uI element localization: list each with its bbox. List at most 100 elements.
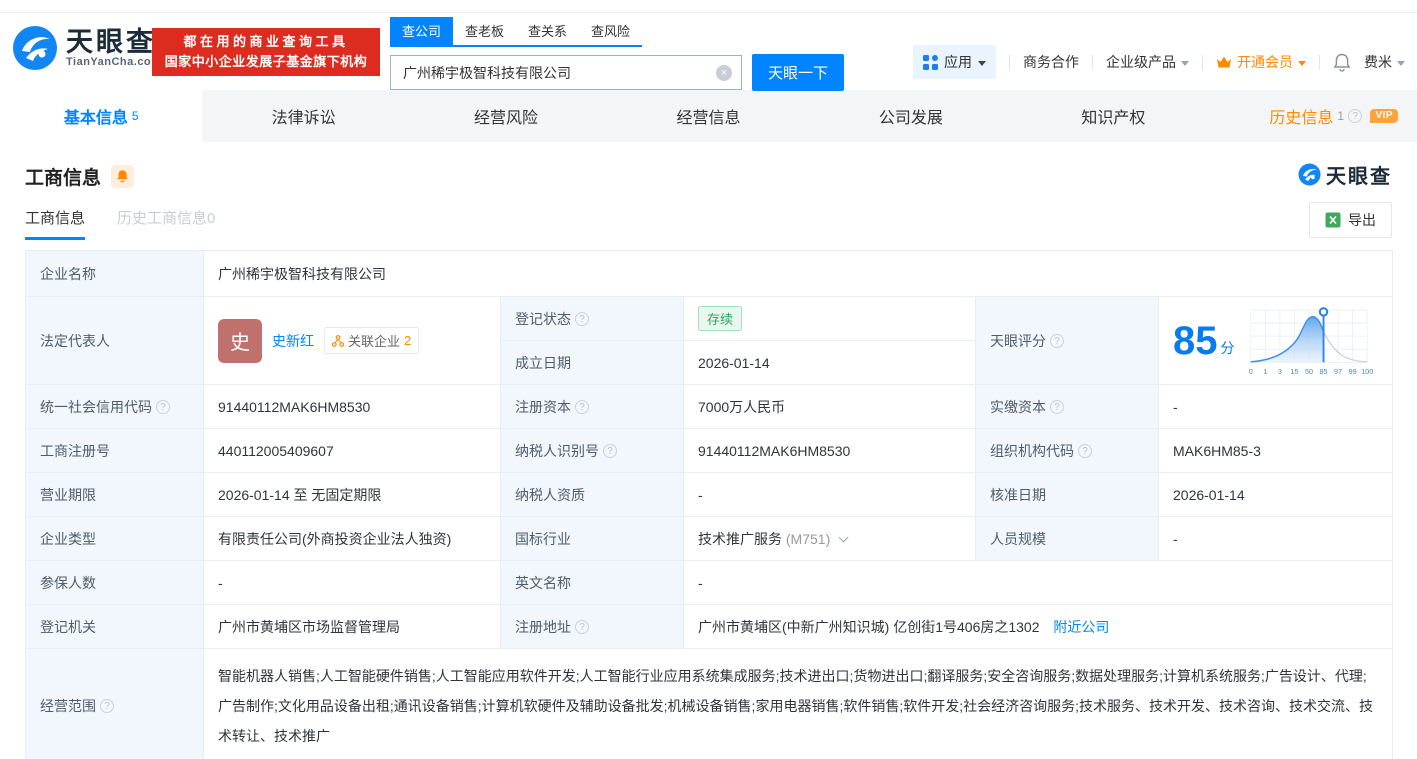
search-area: 查公司 查老板 查关系 查风险 天眼一下 — [390, 17, 844, 91]
divider — [1009, 55, 1010, 70]
table-row: 企业类型 有限责任公司(外商投资企业法人独资) 国标行业 技术推广服务 (M75… — [26, 517, 1393, 561]
tab-basic-info[interactable]: 基本信息 5 — [0, 90, 202, 142]
business-term-label: 营业期限 — [26, 473, 204, 517]
score-label: 天眼评分 — [976, 297, 1159, 385]
legal-rep-name-link[interactable]: 史新红 — [272, 331, 314, 351]
table-row: 法定代表人 史 史新红 关联企业 2 — [26, 297, 1393, 341]
export-button[interactable]: 导出 — [1309, 202, 1392, 238]
slogan-line1: 都在用的商业查询工具 — [152, 32, 380, 52]
legal-rep-label: 法定代表人 — [26, 297, 204, 385]
reg-number-label: 工商注册号 — [26, 429, 204, 473]
chevron-down-icon — [1181, 61, 1189, 66]
svg-text:97: 97 — [1334, 366, 1342, 375]
notification-bell-icon[interactable] — [1333, 53, 1351, 72]
legal-rep-avatar[interactable]: 史 — [218, 319, 262, 363]
search-tab-relation[interactable]: 查关系 — [516, 17, 579, 45]
help-icon[interactable] — [603, 444, 617, 458]
credit-code-label: 统一社会信用代码 — [26, 385, 204, 429]
svg-text:50: 50 — [1304, 366, 1312, 375]
score-cell: 85 分 — [1159, 297, 1393, 385]
industry-value[interactable]: 技术推广服务 (M751) — [684, 517, 976, 561]
help-icon[interactable] — [1050, 400, 1064, 414]
search-tab-company[interactable]: 查公司 — [390, 17, 453, 45]
clear-search-icon[interactable] — [716, 65, 732, 81]
help-icon[interactable] — [1050, 334, 1064, 348]
related-companies-badge[interactable]: 关联企业 2 — [324, 327, 419, 354]
company-name-value: 广州稀宇极智科技有限公司 — [204, 251, 1393, 297]
subtab-business-info[interactable]: 工商信息 — [25, 207, 85, 240]
nearby-companies-link[interactable]: 附近公司 — [1053, 619, 1109, 635]
reg-number-value: 440112005409607 — [204, 429, 501, 473]
staff-size-label: 人员规模 — [976, 517, 1159, 561]
table-row: 营业期限 2026-01-14 至 无固定期限 纳税人资质 - 核准日期 202… — [26, 473, 1393, 517]
tab-operating-risk[interactable]: 经营风险 — [405, 90, 607, 142]
crown-icon — [1216, 55, 1232, 69]
table-row: 经营范围 智能机器人销售;人工智能硬件销售;人工智能应用软件开发;人工智能行业应… — [26, 649, 1393, 759]
search-button[interactable]: 天眼一下 — [752, 54, 844, 91]
taxpayer-quality-label: 纳税人资质 — [501, 473, 684, 517]
approval-date-label: 核准日期 — [976, 473, 1159, 517]
user-menu[interactable]: 费米 — [1364, 52, 1405, 72]
tianyancha-logo-icon — [12, 25, 58, 71]
subscribe-bell-icon[interactable] — [111, 165, 134, 188]
address-label: 注册地址 — [501, 605, 684, 649]
tab-legal-proceedings[interactable]: 法律诉讼 — [202, 90, 404, 142]
score-value: 85 — [1173, 321, 1218, 361]
slogan-line2: 国家中小企业发展子基金旗下机构 — [152, 52, 380, 72]
score-distribution-chart: 0 1 3 15 50 85 97 99 100 — [1245, 302, 1373, 380]
help-icon[interactable] — [575, 620, 589, 634]
apps-label: 应用 — [944, 52, 972, 72]
tab-intellectual-property[interactable]: 知识产权 — [1012, 90, 1214, 142]
svg-text:3: 3 — [1277, 366, 1281, 375]
header-nav: 应用 商务合作 企业级产品 开通会员 费米 — [913, 45, 1405, 79]
table-row: 工商注册号 440112005409607 纳税人识别号 91440112MAK… — [26, 429, 1393, 473]
help-icon[interactable] — [1348, 109, 1362, 123]
chevron-down-icon — [839, 532, 849, 542]
nav-open-vip[interactable]: 开通会员 — [1216, 52, 1306, 72]
tab-company-development[interactable]: 公司发展 — [810, 90, 1012, 142]
section-title: 工商信息 — [25, 163, 101, 190]
company-name-label: 企业名称 — [26, 251, 204, 297]
tab-count: 5 — [132, 109, 139, 123]
network-icon — [332, 335, 344, 347]
tab-history-info[interactable]: 历史信息 1 VIP — [1215, 90, 1417, 142]
nav-enterprise-products[interactable]: 企业级产品 — [1106, 52, 1189, 72]
establish-date-value: 2026-01-14 — [684, 341, 976, 385]
paid-capital-label: 实缴资本 — [976, 385, 1159, 429]
slogan-banner: 都在用的商业查询工具 国家中小企业发展子基金旗下机构 — [152, 28, 380, 76]
search-tab-risk[interactable]: 查风险 — [579, 17, 642, 45]
approval-date-value: 2026-01-14 — [1159, 473, 1393, 517]
help-icon[interactable] — [156, 400, 170, 414]
tianyancha-logo[interactable]: 天眼查 TianYanCha.com — [12, 25, 161, 71]
company-nav-tabs: 基本信息 5 法律诉讼 经营风险 经营信息 公司发展 知识产权 历史信息 1 V… — [0, 90, 1417, 142]
help-icon[interactable] — [1078, 444, 1092, 458]
svg-text:0: 0 — [1248, 366, 1252, 375]
site-header: 天眼查 TianYanCha.com 都在用的商业查询工具 国家中小企业发展子基… — [0, 13, 1417, 90]
search-input[interactable] — [390, 55, 742, 90]
reg-authority-label: 登记机关 — [26, 605, 204, 649]
address-cell: 广州市黄埔区(中新广州知识城) 亿创街1号406房之1302 附近公司 — [684, 605, 1393, 649]
tab-operating-info[interactable]: 经营信息 — [607, 90, 809, 142]
reg-capital-label: 注册资本 — [501, 385, 684, 429]
subtab-history-business-info[interactable]: 历史工商信息0 — [117, 207, 215, 240]
chevron-down-icon — [978, 61, 986, 66]
org-code-value: MAK6HM85-3 — [1159, 429, 1393, 473]
search-tab-boss[interactable]: 查老板 — [453, 17, 516, 45]
apps-menu[interactable]: 应用 — [913, 45, 996, 79]
chevron-down-icon — [1397, 61, 1405, 66]
search-tabs: 查公司 查老板 查关系 查风险 — [390, 17, 642, 47]
svg-text:1: 1 — [1263, 366, 1267, 375]
help-icon[interactable] — [575, 312, 589, 326]
staff-size-value: - — [1159, 517, 1393, 561]
insured-value: - — [204, 561, 501, 605]
industry-label: 国标行业 — [501, 517, 684, 561]
org-code-label: 组织机构代码 — [976, 429, 1159, 473]
help-icon[interactable] — [575, 400, 589, 414]
scope-value: 智能机器人销售;人工智能硬件销售;人工智能应用软件开发;人工智能行业应用系统集成… — [204, 649, 1393, 759]
scope-label: 经营范围 — [26, 649, 204, 759]
help-icon[interactable] — [100, 699, 114, 713]
username: 费米 — [1364, 52, 1392, 72]
table-row: 企业名称 广州稀宇极智科技有限公司 — [26, 251, 1393, 297]
nav-business-cooperation[interactable]: 商务合作 — [1023, 52, 1079, 72]
reg-status-label: 登记状态 — [501, 297, 684, 341]
